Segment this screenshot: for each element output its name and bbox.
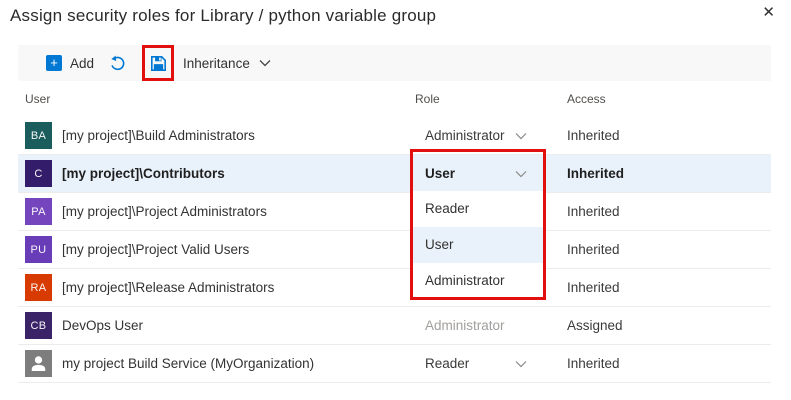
toolbar: + Add Inheritance	[18, 45, 771, 81]
chevron-down-icon	[515, 360, 527, 368]
table-row[interactable]: BA [my project]\Build Administrators Adm…	[18, 117, 771, 155]
user-name: [my project]\Contributors	[62, 155, 225, 192]
chevron-down-icon	[515, 132, 527, 140]
role-value: User	[425, 166, 455, 181]
add-button-label: Add	[70, 56, 94, 71]
table-body: BA [my project]\Build Administrators Adm…	[18, 117, 771, 383]
inheritance-dropdown[interactable]: Inheritance	[183, 56, 271, 71]
avatar: PA	[25, 198, 52, 225]
table-row[interactable]: CB DevOps User Administrator Assigned	[18, 307, 771, 345]
role-value: Reader	[425, 356, 469, 371]
assign-security-roles-dialog: Assign security roles for Library / pyth…	[0, 0, 791, 400]
table-header: User Role Access	[18, 81, 771, 118]
access-value: Assigned	[567, 307, 623, 344]
user-name: [my project]\Release Administrators	[62, 269, 274, 306]
avatar: CB	[25, 312, 52, 339]
role-select[interactable]: Administrator	[425, 117, 527, 154]
access-value: Inherited	[567, 155, 624, 192]
avatar-initials: BA	[31, 130, 46, 142]
person-icon	[29, 354, 48, 373]
access-value: Inherited	[567, 269, 620, 306]
table-row[interactable]: my project Build Service (MyOrganization…	[18, 345, 771, 383]
avatar-initials: RA	[31, 282, 47, 294]
access-value: Inherited	[567, 193, 620, 230]
chevron-down-icon	[259, 59, 271, 67]
user-name: my project Build Service (MyOrganization…	[62, 345, 314, 382]
role-dropdown-menu: Reader User Administrator	[413, 191, 543, 299]
plus-icon: +	[46, 55, 62, 71]
avatar-initials: PA	[31, 206, 45, 218]
avatar: RA	[25, 274, 52, 301]
avatar: PU	[25, 236, 52, 263]
table-row-selected[interactable]: C [my project]\Contributors User Inherit…	[18, 155, 771, 193]
user-name: [my project]\Build Administrators	[62, 117, 255, 154]
inheritance-label: Inheritance	[183, 56, 250, 71]
dropdown-option-administrator[interactable]: Administrator	[413, 263, 543, 299]
avatar	[25, 350, 52, 377]
table-row[interactable]: RA [my project]\Release Administrators I…	[18, 269, 771, 307]
column-header-role: Role	[415, 81, 440, 117]
role-select-open[interactable]: User	[425, 155, 527, 192]
chevron-down-icon	[515, 170, 527, 178]
access-value: Inherited	[567, 345, 620, 382]
role-value-disabled: Administrator	[425, 307, 505, 344]
role-value: Administrator	[425, 128, 505, 143]
save-icon	[150, 55, 167, 72]
user-name: DevOps User	[62, 307, 143, 344]
undo-button[interactable]	[109, 55, 126, 72]
close-icon[interactable]: ✕	[762, 3, 775, 23]
table-row[interactable]: PU [my project]\Project Valid Users Inhe…	[18, 231, 771, 269]
add-button[interactable]: + Add	[46, 55, 94, 71]
save-button[interactable]	[142, 45, 174, 81]
column-header-access: Access	[567, 81, 606, 117]
avatar: BA	[25, 122, 52, 149]
access-value: Inherited	[567, 117, 620, 154]
undo-icon	[109, 55, 126, 72]
user-name: [my project]\Project Valid Users	[62, 231, 249, 268]
dialog-title: Assign security roles for Library / pyth…	[10, 6, 436, 26]
role-select[interactable]: Reader	[425, 345, 527, 382]
user-name: [my project]\Project Administrators	[62, 193, 267, 230]
avatar-initials: PU	[31, 244, 47, 256]
avatar-initials: C	[34, 168, 42, 180]
table-row[interactable]: PA [my project]\Project Administrators I…	[18, 193, 771, 231]
access-value: Inherited	[567, 231, 620, 268]
avatar: C	[25, 160, 52, 187]
dropdown-option-user-highlighted[interactable]: User	[413, 227, 543, 263]
column-header-user: User	[25, 81, 50, 117]
avatar-initials: CB	[31, 320, 47, 332]
dropdown-option-reader[interactable]: Reader	[413, 191, 543, 227]
